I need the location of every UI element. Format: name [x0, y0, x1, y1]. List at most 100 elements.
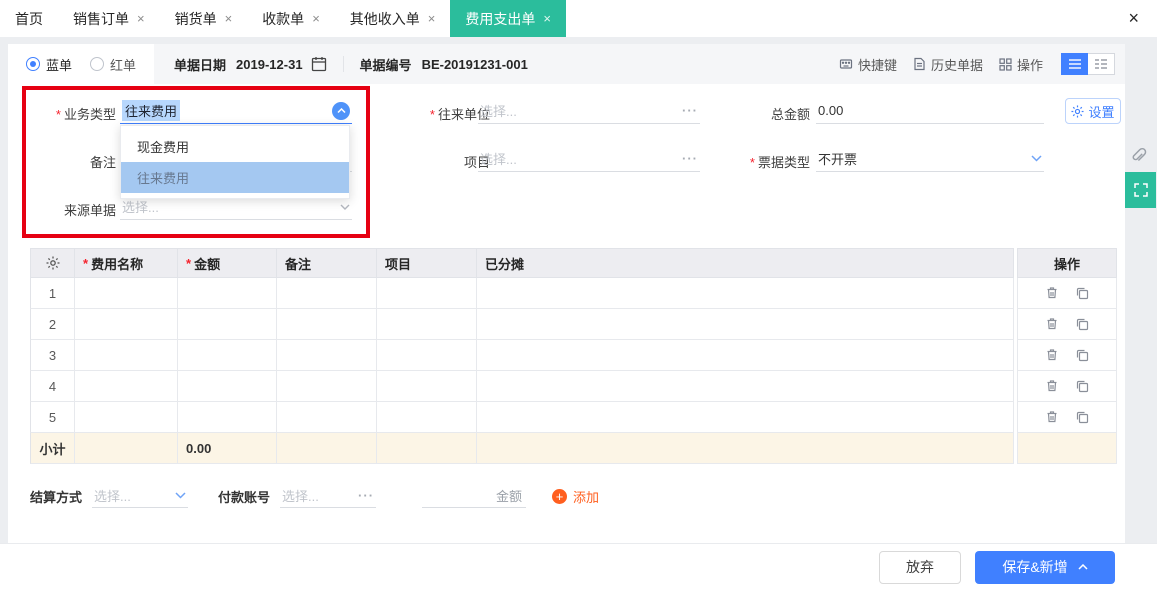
tab-home[interactable]: 首页: [0, 0, 58, 37]
tab-label: 销货单: [174, 10, 217, 27]
list-view-toggle-active[interactable]: [1061, 53, 1088, 75]
cell-remark[interactable]: [277, 402, 377, 433]
delete-row-icon[interactable]: [1045, 286, 1059, 300]
ellipsis-picker-icon[interactable]: ···: [682, 103, 698, 118]
save-and-new-button[interactable]: 保存&新增: [975, 550, 1115, 584]
cell-amount[interactable]: [178, 371, 277, 402]
project-field[interactable]: 选择... ···: [478, 146, 700, 172]
copy-row-icon[interactable]: [1075, 286, 1089, 300]
cell-amount[interactable]: [178, 309, 277, 340]
attachment-paperclip-icon[interactable]: [1130, 147, 1147, 167]
delete-row-icon[interactable]: [1045, 317, 1059, 331]
cell-allocated[interactable]: [477, 340, 1014, 371]
tab-sales-order[interactable]: 销售订单 ×: [58, 0, 160, 37]
plus-icon: +: [552, 488, 568, 504]
table-header-row: * 费用名称 * 金额 备注 项目 已分摊 操作: [30, 248, 1117, 278]
tab-close-icon[interactable]: ×: [312, 12, 320, 25]
header-expense-name: * 费用名称: [75, 248, 178, 278]
cell-expense-name[interactable]: [75, 278, 178, 309]
cell-remark[interactable]: [277, 309, 377, 340]
delete-row-icon[interactable]: [1045, 348, 1059, 362]
cell-project[interactable]: [377, 371, 477, 402]
chevron-down-icon[interactable]: [340, 204, 350, 210]
column-settings-cell[interactable]: [30, 248, 75, 278]
copy-row-icon[interactable]: [1075, 379, 1089, 393]
ellipsis-picker-icon[interactable]: ···: [358, 488, 374, 503]
cell-remark[interactable]: [277, 340, 377, 371]
cell-project[interactable]: [377, 278, 477, 309]
footer-bar: 放弃 保存&新增: [0, 543, 1157, 590]
chevron-down-icon[interactable]: [175, 492, 186, 499]
business-type-field[interactable]: 往来费用: [120, 98, 352, 124]
cell-expense-name[interactable]: [75, 340, 178, 371]
payment-amount-field[interactable]: 金额: [422, 484, 527, 508]
cell-operations: [1017, 402, 1117, 433]
add-payment-button[interactable]: + 添加: [552, 487, 599, 506]
cell-allocated[interactable]: [477, 402, 1014, 433]
subtotal-empty-cell: [477, 433, 1014, 464]
cell-amount[interactable]: [178, 340, 277, 371]
cell-expense-name[interactable]: [75, 402, 178, 433]
cell-project[interactable]: [377, 309, 477, 340]
dropdown-option-transaction-expense[interactable]: 往来费用: [121, 162, 349, 193]
cell-allocated[interactable]: [477, 371, 1014, 402]
abandon-button[interactable]: 放弃: [879, 550, 961, 584]
settings-button[interactable]: 设置: [1065, 98, 1121, 124]
cell-remark[interactable]: [277, 278, 377, 309]
total-amount-field[interactable]: 0.00: [816, 98, 1044, 124]
calendar-icon[interactable]: [311, 56, 327, 72]
cell-project[interactable]: [377, 402, 477, 433]
toolbar-actions: 快捷键 历史单据 操作: [839, 53, 1115, 75]
cell-amount[interactable]: [178, 402, 277, 433]
window-close-icon[interactable]: ×: [1120, 0, 1147, 37]
account-placeholder: 选择...: [282, 489, 319, 504]
copy-row-icon[interactable]: [1075, 317, 1089, 331]
history-docs-button[interactable]: 历史单据: [913, 55, 983, 74]
settlement-method-field[interactable]: 选择...: [92, 484, 189, 508]
payment-account-field[interactable]: 选择... ···: [280, 484, 377, 508]
doc-number-value[interactable]: BE-20191231-001: [422, 57, 528, 72]
tab-close-icon[interactable]: ×: [543, 12, 551, 25]
fullscreen-expand-button[interactable]: [1125, 172, 1156, 208]
radio-red-doc[interactable]: 红单: [90, 55, 136, 74]
source-doc-label: 来源单据: [63, 203, 116, 218]
project-placeholder: 选择...: [480, 152, 517, 167]
chevron-down-icon[interactable]: [1031, 155, 1042, 162]
cell-allocated[interactable]: [477, 278, 1014, 309]
subtotal-empty-cell: [377, 433, 477, 464]
tab-sales-invoice[interactable]: 销货单 ×: [160, 0, 248, 37]
required-mark: *: [749, 155, 755, 170]
ellipsis-picker-icon[interactable]: ···: [682, 151, 698, 166]
required-mark: *: [55, 107, 61, 122]
cell-expense-name[interactable]: [75, 371, 178, 402]
copy-row-icon[interactable]: [1075, 348, 1089, 362]
tab-bar: 首页 销售订单 × 销货单 × 收款单 × 其他收入单 × 费用支出单 × ×: [0, 0, 1157, 37]
delete-row-icon[interactable]: [1045, 410, 1059, 424]
cell-expense-name[interactable]: [75, 309, 178, 340]
tab-other-income[interactable]: 其他收入单 ×: [335, 0, 451, 37]
invoice-type-value: 不开票: [818, 152, 858, 167]
cell-amount[interactable]: [178, 278, 277, 309]
tab-receipt[interactable]: 收款单 ×: [247, 0, 335, 37]
operation-menu-button[interactable]: 操作: [999, 55, 1043, 74]
cell-remark[interactable]: [277, 371, 377, 402]
delete-row-icon[interactable]: [1045, 379, 1059, 393]
chevron-up-circle-icon[interactable]: [332, 101, 350, 120]
row-number: 3: [30, 340, 75, 371]
cell-allocated[interactable]: [477, 309, 1014, 340]
cell-project[interactable]: [377, 340, 477, 371]
tab-expense-active[interactable]: 费用支出单 ×: [450, 0, 566, 37]
radio-blue-doc[interactable]: 蓝单: [26, 55, 72, 74]
copy-row-icon[interactable]: [1075, 410, 1089, 424]
partner-field[interactable]: 选择... ···: [478, 98, 700, 124]
tab-close-icon[interactable]: ×: [137, 12, 145, 25]
tab-close-icon[interactable]: ×: [428, 12, 436, 25]
invoice-type-field[interactable]: 不开票: [816, 146, 1044, 172]
header-project: 项目: [377, 248, 477, 278]
dropdown-option-cash-expense[interactable]: 现金费用: [121, 131, 349, 162]
shortcut-keys-button[interactable]: 快捷键: [839, 55, 897, 74]
tab-close-icon[interactable]: ×: [225, 12, 233, 25]
detail-view-toggle[interactable]: [1088, 53, 1115, 75]
doc-date-value[interactable]: 2019-12-31: [236, 57, 303, 72]
hamburger-icon: [1068, 59, 1081, 69]
